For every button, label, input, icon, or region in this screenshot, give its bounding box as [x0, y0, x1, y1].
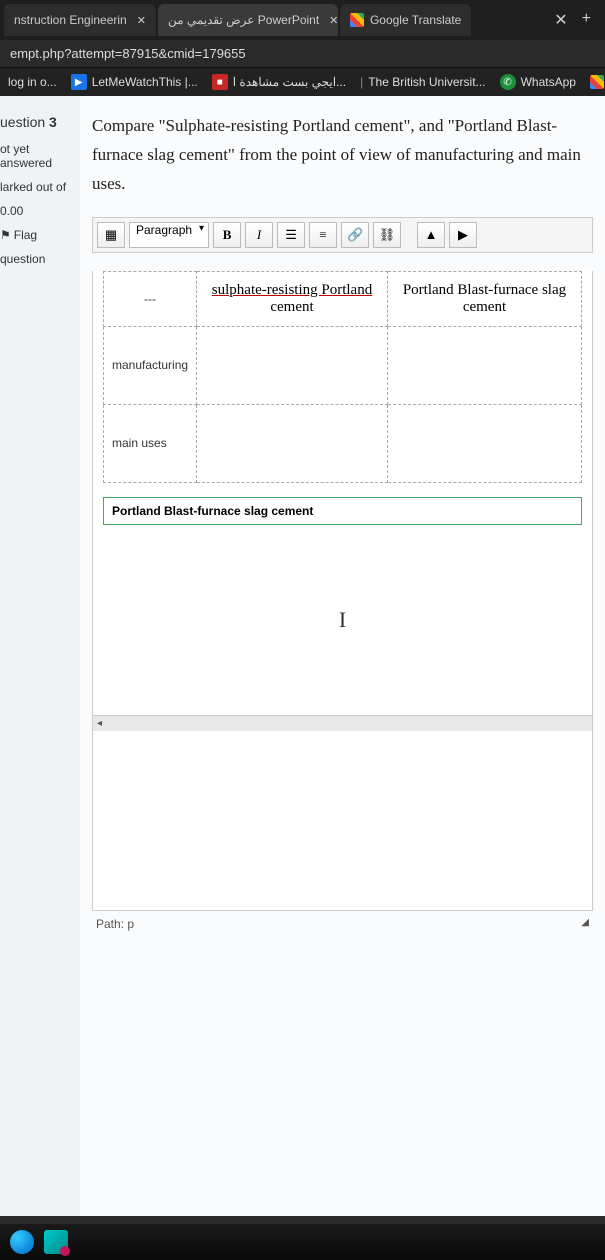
window-close-icon[interactable]: ✕ [554, 10, 567, 30]
bookmark-letmewatch[interactable]: ▶ LetMeWatchThis |... [71, 74, 198, 90]
flag-question-link[interactable]: ⚑ Flag [0, 228, 74, 242]
bookmark-label: ايجي بست مشاهدة ا... [233, 75, 346, 89]
page-content: uestion 3 ot yet answered larked out of … [0, 96, 605, 1216]
row-main-uses: main uses [104, 404, 197, 482]
question-content: Compare "Sulphate-resisting Portland cem… [80, 96, 605, 1216]
editor-toolbar: ▦ Paragraph B I ☰ ≡ 🔗 ⛓ ▲ ▶ [92, 217, 593, 253]
status-marked: larked out of [0, 180, 74, 194]
bookmark-login[interactable]: log in o... [8, 75, 57, 89]
bookmarks-bar: log in o... ▶ LetMeWatchThis |... ■ ايجي… [0, 68, 605, 96]
close-icon[interactable]: ✕ [329, 14, 338, 27]
editor-path: Path: p ◢ [92, 911, 593, 933]
status-score: 0.00 [0, 204, 74, 218]
bookmark-label: WhatsApp [521, 75, 576, 89]
tab-construction[interactable]: nstruction Engineerin ✕ [4, 4, 156, 36]
table-header-col2: Portland Blast-furnace slagcement [387, 271, 581, 326]
bullet-list-button[interactable]: ☰ [277, 222, 305, 248]
table-cell[interactable] [387, 404, 581, 482]
bookmark-british[interactable]: | The British Universit... [360, 75, 486, 89]
question-sidebar: uestion 3 ot yet answered larked out of … [0, 96, 80, 1216]
close-icon[interactable]: ✕ [137, 14, 146, 27]
bookmark-google-translate[interactable]: Google Tr [590, 75, 605, 89]
google-translate-icon [590, 75, 604, 89]
row-manufacturing: manufacturing [104, 326, 197, 404]
text-cursor-icon: I [339, 607, 346, 633]
toggle-toolbar-button[interactable]: ▦ [97, 222, 125, 248]
horizontal-scrollbar[interactable]: ◂ [93, 715, 592, 731]
bookmark-whatsapp[interactable]: ✆ WhatsApp [500, 74, 576, 90]
app-icon[interactable] [44, 1230, 68, 1254]
flag-label: Flag [14, 228, 37, 242]
table-cell[interactable] [387, 326, 581, 404]
url-text: empt.php?attempt=87915&cmid=179655 [10, 46, 246, 61]
pipe-icon: | [360, 75, 363, 89]
unlink-button[interactable]: ⛓ [373, 222, 401, 248]
table-row: manufacturing [104, 326, 582, 404]
paragraph-select[interactable]: Paragraph [129, 222, 209, 248]
editor-body[interactable]: --- sulphate-resisting Portlandcement Po… [92, 271, 593, 911]
comparison-table[interactable]: --- sulphate-resisting Portlandcement Po… [103, 271, 582, 483]
table-cell[interactable] [197, 404, 388, 482]
bookmark-label: LetMeWatchThis |... [92, 75, 198, 89]
question-text: Compare "Sulphate-resisting Portland cem… [92, 112, 593, 199]
scroll-left-icon[interactable]: ◂ [97, 718, 102, 729]
editor-cursor-area[interactable]: I [93, 525, 592, 715]
tab-label: عرض تقديمي من PowerPoint [168, 13, 319, 27]
tab-powerpoint[interactable]: عرض تقديمي من PowerPoint ✕ [158, 4, 338, 36]
whatsapp-icon: ✆ [500, 74, 516, 90]
google-translate-icon [350, 13, 364, 27]
tab-label: nstruction Engineerin [14, 13, 127, 27]
bookmark-label: log in o... [8, 75, 57, 89]
table-row: main uses [104, 404, 582, 482]
bookmark-egybest[interactable]: ■ ايجي بست مشاهدة ا... [212, 74, 346, 90]
question-link[interactable]: question [0, 252, 74, 266]
address-bar[interactable]: empt.php?attempt=87915&cmid=179655 [0, 40, 605, 68]
tab-translate[interactable]: Google Translate [340, 4, 471, 36]
table-header-col1: sulphate-resisting Portlandcement [197, 271, 388, 326]
answer-cell-text[interactable]: Portland Blast-furnace slag cement [103, 497, 582, 525]
question-number: uestion 3 [0, 114, 74, 130]
status-not-answered: ot yet answered [0, 142, 74, 170]
media-button[interactable]: ▶ [449, 222, 477, 248]
italic-button[interactable]: I [245, 222, 273, 248]
tab-label: Google Translate [370, 13, 461, 27]
tab-bar: nstruction Engineerin ✕ عرض تقديمي من Po… [0, 0, 605, 40]
browser-chrome: nstruction Engineerin ✕ عرض تقديمي من Po… [0, 0, 605, 96]
resize-icon[interactable]: ◢ [581, 917, 589, 931]
image-button[interactable]: ▲ [417, 222, 445, 248]
path-text: Path: p [96, 917, 134, 931]
table-corner: --- [104, 271, 197, 326]
taskbar [0, 1224, 605, 1260]
number-list-button[interactable]: ≡ [309, 222, 337, 248]
table-cell[interactable] [197, 326, 388, 404]
play-icon: ▶ [71, 74, 87, 90]
bookmark-label: The British Universit... [368, 75, 485, 89]
flag-icon: ⚑ [0, 228, 11, 242]
link-button[interactable]: 🔗 [341, 222, 369, 248]
browser-icon[interactable] [10, 1230, 34, 1254]
site-icon: ■ [212, 74, 228, 90]
bold-button[interactable]: B [213, 222, 241, 248]
new-tab-icon[interactable]: + [582, 10, 591, 30]
